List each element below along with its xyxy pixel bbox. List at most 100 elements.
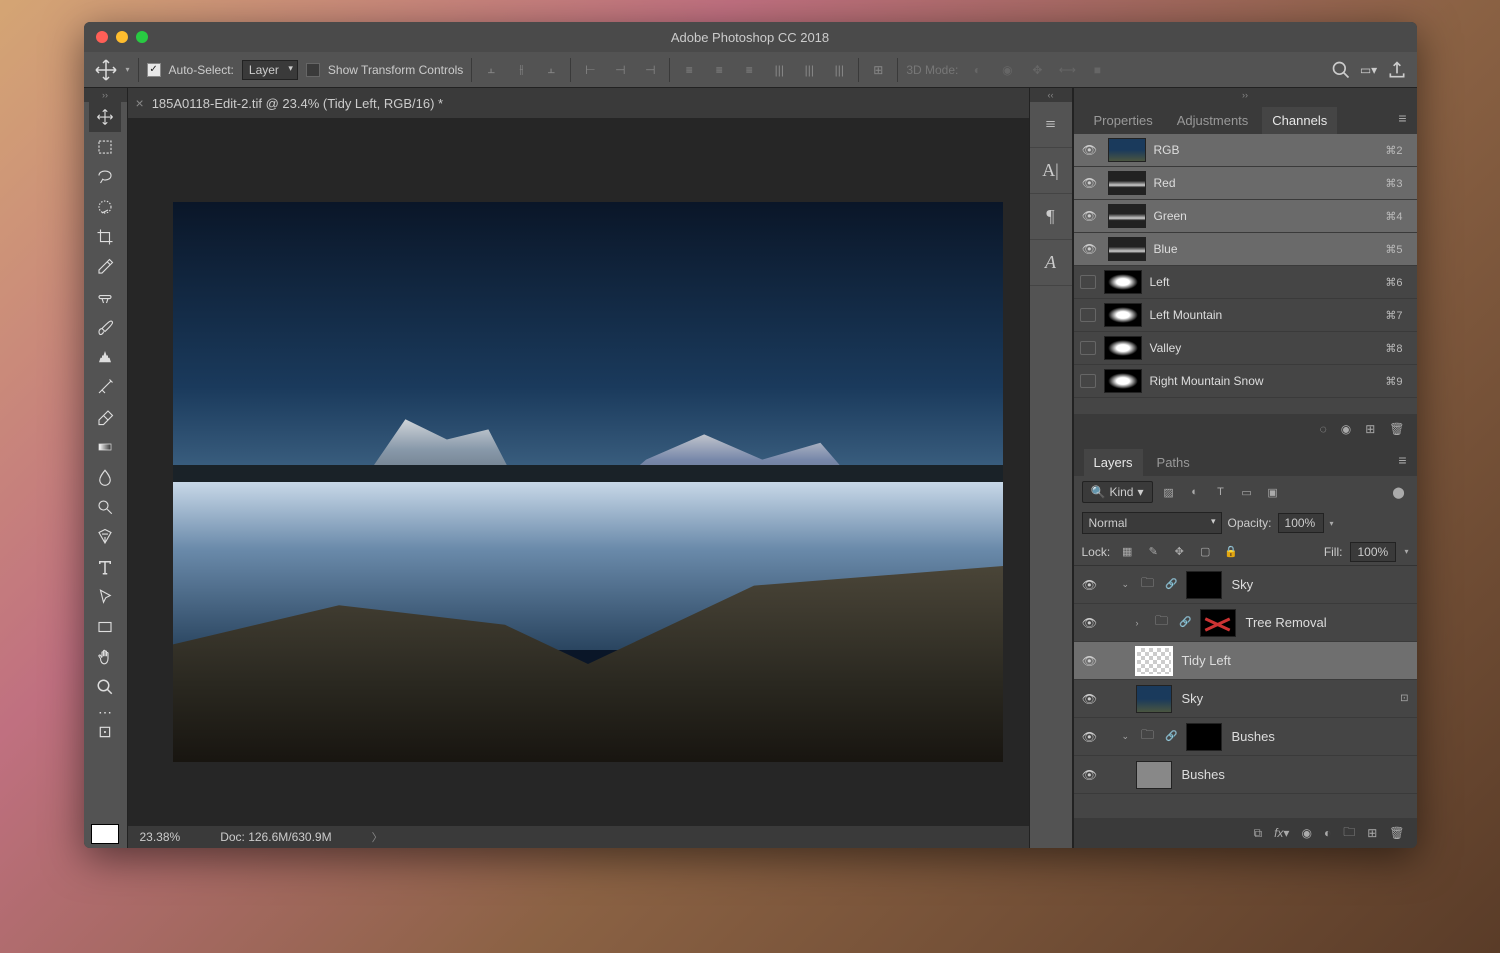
fullscreen-window-button[interactable] xyxy=(136,31,148,43)
visibility-eye-icon[interactable]: 👁 xyxy=(1080,142,1100,158)
visibility-eye-icon[interactable] xyxy=(1080,374,1096,388)
align-right-icon[interactable]: ⊣ xyxy=(639,60,661,80)
auto-select-checkbox[interactable]: ✓ xyxy=(147,63,161,77)
new-channel-icon[interactable]: ⊞ xyxy=(1365,422,1375,436)
layers-panel-menu-icon[interactable]: ≡ xyxy=(1398,452,1406,468)
new-adjustment-icon[interactable]: ◐ xyxy=(1324,826,1331,840)
layer-thumb[interactable] xyxy=(1136,761,1172,789)
lock-position-icon[interactable]: ✥ xyxy=(1170,544,1188,560)
layer-mask-thumb[interactable] xyxy=(1186,571,1222,599)
edit-toolbar-icon[interactable]: ⊡ xyxy=(89,722,121,742)
canvas-area[interactable] xyxy=(128,118,1029,826)
panel-icon-1[interactable]: ≡ xyxy=(1030,102,1072,148)
zoom-level[interactable]: 23.38% xyxy=(140,830,181,844)
history-brush-tool[interactable] xyxy=(89,372,121,402)
visibility-eye-icon[interactable] xyxy=(1080,275,1096,289)
eyedropper-tool[interactable] xyxy=(89,252,121,282)
distribute-right-icon[interactable]: ||| xyxy=(828,60,850,80)
tab-paths[interactable]: Paths xyxy=(1147,449,1200,476)
layer-row[interactable]: 👁⌄🗀🔗Sky xyxy=(1074,566,1417,604)
tab-channels[interactable]: Channels xyxy=(1262,107,1337,134)
link-layers-icon[interactable]: ⧉ xyxy=(1254,826,1263,841)
delete-layer-icon[interactable]: 🗑 xyxy=(1389,826,1404,840)
hand-tool[interactable] xyxy=(89,642,121,672)
channel-row[interactable]: 👁Red⌘3 xyxy=(1074,167,1417,200)
tab-adjustments[interactable]: Adjustments xyxy=(1167,107,1259,134)
add-mask-icon[interactable]: ◉ xyxy=(1301,826,1311,840)
layer-thumb[interactable] xyxy=(1136,685,1172,713)
visibility-eye-icon[interactable]: 👁 xyxy=(1080,691,1100,707)
group-toggle-icon[interactable]: ⌄ xyxy=(1122,579,1134,590)
visibility-eye-icon[interactable]: 👁 xyxy=(1080,208,1100,224)
character-panel-icon[interactable]: A| xyxy=(1030,148,1072,194)
fx-badge[interactable]: ⊡ xyxy=(1400,693,1408,704)
group-toggle-icon[interactable]: › xyxy=(1136,618,1148,628)
layer-row[interactable]: 👁Bushes xyxy=(1074,756,1417,794)
show-transform-checkbox[interactable] xyxy=(306,63,320,77)
search-icon[interactable] xyxy=(1331,60,1351,80)
group-toggle-icon[interactable]: ⌄ xyxy=(1122,731,1134,742)
brush-tool[interactable] xyxy=(89,312,121,342)
layer-row[interactable]: 👁⌄🗀🔗Bushes xyxy=(1074,718,1417,756)
gradient-tool[interactable] xyxy=(89,432,121,462)
distribute-left-icon[interactable]: ||| xyxy=(768,60,790,80)
channel-row[interactable]: Valley⌘8 xyxy=(1074,332,1417,365)
visibility-eye-icon[interactable]: 👁 xyxy=(1080,767,1100,783)
3d-slide-icon[interactable]: ⟷ xyxy=(1056,60,1078,80)
channel-row[interactable]: 👁RGB⌘2 xyxy=(1074,134,1417,167)
3d-orbit-icon[interactable]: ◐ xyxy=(966,60,988,80)
path-select-tool[interactable] xyxy=(89,582,121,612)
quick-select-tool[interactable] xyxy=(89,192,121,222)
visibility-eye-icon[interactable]: 👁 xyxy=(1080,175,1100,191)
doc-info-chevron-icon[interactable]: 〉 xyxy=(372,829,383,845)
new-group-icon[interactable]: 🗀 xyxy=(1343,823,1355,844)
visibility-eye-icon[interactable]: 👁 xyxy=(1080,577,1100,593)
distribute-hcenter-icon[interactable]: ||| xyxy=(798,60,820,80)
3d-camera-icon[interactable]: ■ xyxy=(1086,60,1108,80)
workspace-switcher-icon[interactable]: ▭▾ xyxy=(1359,60,1379,80)
auto-select-target-select[interactable]: Layer xyxy=(242,60,298,80)
visibility-eye-icon[interactable] xyxy=(1080,308,1096,322)
align-left-icon[interactable]: ⊢ xyxy=(579,60,601,80)
glyphs-panel-icon[interactable]: A xyxy=(1030,240,1072,286)
visibility-eye-icon[interactable] xyxy=(1080,341,1096,355)
3d-roll-icon[interactable]: ◉ xyxy=(996,60,1018,80)
align-vcenter-icon[interactable]: ⫲ xyxy=(510,60,532,80)
minimize-window-button[interactable] xyxy=(116,31,128,43)
dodge-tool[interactable] xyxy=(89,492,121,522)
filter-type-icon[interactable]: T xyxy=(1211,483,1231,501)
layer-row[interactable]: 👁Sky⊡ xyxy=(1074,680,1417,718)
pen-tool[interactable] xyxy=(89,522,121,552)
close-window-button[interactable] xyxy=(96,31,108,43)
filter-pixel-icon[interactable]: ▨ xyxy=(1159,483,1179,501)
align-hcenter-icon[interactable]: ⊣ xyxy=(609,60,631,80)
auto-align-icon[interactable]: ⊞ xyxy=(867,60,889,80)
channel-row[interactable]: Left⌘6 xyxy=(1074,266,1417,299)
layer-mask-thumb[interactable] xyxy=(1200,609,1236,637)
visibility-eye-icon[interactable]: 👁 xyxy=(1080,241,1100,257)
eraser-tool[interactable] xyxy=(89,402,121,432)
more-tools-icon[interactable]: ⋯ xyxy=(89,702,121,722)
align-top-icon[interactable]: ⫠ xyxy=(480,60,502,80)
tab-properties[interactable]: Properties xyxy=(1084,107,1163,134)
tool-preset-dropdown-icon[interactable]: ▾ xyxy=(126,65,130,74)
delete-channel-icon[interactable]: 🗑 xyxy=(1389,422,1404,436)
filter-kind-select[interactable]: 🔍Kind ▾ xyxy=(1082,481,1153,503)
marquee-tool[interactable] xyxy=(89,132,121,162)
lasso-tool[interactable] xyxy=(89,162,121,192)
zoom-tool[interactable] xyxy=(89,672,121,702)
channel-row[interactable]: 👁Green⌘4 xyxy=(1074,200,1417,233)
align-bottom-icon[interactable]: ⫠ xyxy=(540,60,562,80)
color-swatches[interactable] xyxy=(91,824,119,844)
layer-mask-thumb[interactable] xyxy=(1186,723,1222,751)
load-selection-icon[interactable]: ◌ xyxy=(1320,422,1327,436)
filter-toggle-icon[interactable]: ⬤ xyxy=(1389,483,1409,501)
lock-transparency-icon[interactable]: ▦ xyxy=(1118,544,1136,560)
distribute-bottom-icon[interactable]: ≡ xyxy=(738,60,760,80)
3d-pan-icon[interactable]: ✥ xyxy=(1026,60,1048,80)
layer-row[interactable]: 👁Tidy Left xyxy=(1074,642,1417,680)
layer-thumb[interactable] xyxy=(1136,647,1172,675)
panels-collapse-icon[interactable]: ›› xyxy=(1074,88,1417,102)
blend-mode-select[interactable]: Normal xyxy=(1082,512,1222,534)
visibility-eye-icon[interactable]: 👁 xyxy=(1080,615,1100,631)
